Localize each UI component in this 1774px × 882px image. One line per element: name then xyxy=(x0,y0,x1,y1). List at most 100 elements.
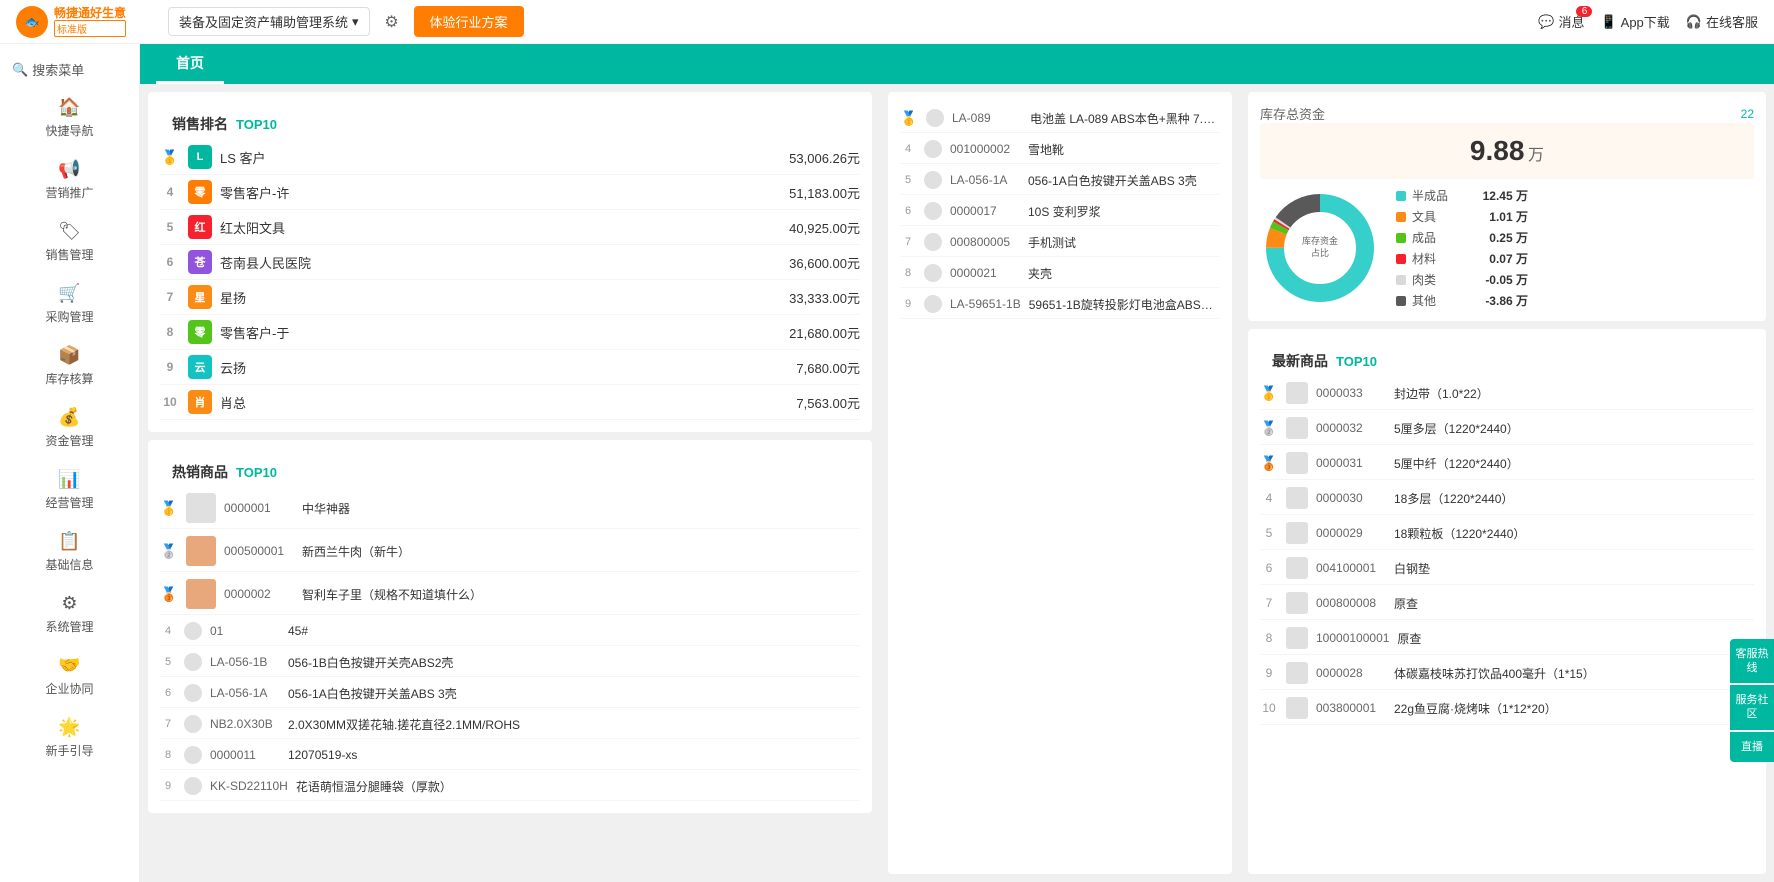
new-products-top10: TOP10 xyxy=(1336,354,1377,369)
legend-value: 12.45 万 xyxy=(1468,187,1528,204)
list-item: 9 KK-SD22110H 花语萌恒温分腿睡袋（厚款） xyxy=(160,772,860,801)
rank-number: 9 xyxy=(160,360,180,374)
svg-text:库存资金: 库存资金 xyxy=(1302,235,1338,246)
view-more-button[interactable]: 22 xyxy=(1741,107,1754,121)
legend-item-other: 其他 -3.86 万 xyxy=(1396,292,1528,309)
hot-products-header: 热销商品 TOP10 xyxy=(160,452,860,488)
product-name: 雪地靴 xyxy=(1028,141,1220,158)
product-image xyxy=(184,746,202,764)
avatar: 肖 xyxy=(188,390,212,414)
rank-number: 8 xyxy=(1260,631,1278,645)
search-menu[interactable]: 🔍 搜索菜单 xyxy=(0,52,139,87)
hotline-label: 客服热线 xyxy=(1736,648,1769,674)
app-download-label: App下载 xyxy=(1621,12,1670,31)
content-area: 首页 销售排名 TOP10 🥇 L LS 客户 xyxy=(140,44,1774,882)
product-name: 59651-1B旋转投影灯电池盒ABS黑色+58壳 xyxy=(1029,296,1220,313)
product-image xyxy=(924,140,942,158)
product-name: 056-1A白色按键开关盖ABS 3壳 xyxy=(1028,172,1220,189)
rank-number: 8 xyxy=(160,749,176,761)
product-code: 003800001 xyxy=(1316,701,1386,715)
table-row: 9 云 云扬 7,680.00元 xyxy=(160,350,860,385)
sidebar-item-purchase[interactable]: 🛒 采购管理 xyxy=(0,273,139,335)
sidebar-label-sales: 销售管理 xyxy=(45,246,93,263)
legend-label: 成品 xyxy=(1412,229,1462,246)
message-button[interactable]: 💬 消息 6 xyxy=(1538,12,1584,31)
list-item: 8 0000021 夹壳 xyxy=(900,259,1220,288)
sidebar-item-home[interactable]: 🏠 快捷导航 xyxy=(0,87,139,149)
legend-item-material: 材料 0.07 万 xyxy=(1396,250,1528,267)
sidebar-item-collaboration[interactable]: 🤝 企业协同 xyxy=(0,645,139,707)
legend-color xyxy=(1396,296,1406,306)
sidebar-item-system[interactable]: ⚙ 系统管理 xyxy=(0,583,139,645)
product-code: 001000002 xyxy=(950,142,1020,156)
search-menu-label: 搜索菜单 xyxy=(32,60,84,79)
online-service-button[interactable]: 🎧 在线客服 xyxy=(1686,12,1758,31)
inventory-total: 9.88 万 xyxy=(1260,123,1754,179)
sidebar-label-marketing: 营销推广 xyxy=(45,184,93,201)
product-image xyxy=(1286,382,1308,404)
product-image xyxy=(184,715,202,733)
dropdown-icon: ▾ xyxy=(352,14,359,30)
rank-amount: 7,680.00元 xyxy=(750,358,860,377)
sidebar-label-inventory: 库存核算 xyxy=(45,370,93,387)
table-row: 4 零 零售客户-许 51,183.00元 xyxy=(160,175,860,210)
sales-ranking-card: 销售排名 TOP10 🥇 L LS 客户 53,006.26元 xyxy=(148,92,872,432)
rank-medal-1: 🥇 xyxy=(160,147,180,167)
message-icon: 💬 xyxy=(1538,14,1554,30)
collaboration-icon: 🤝 xyxy=(58,655,80,676)
rank-name: 星扬 xyxy=(220,288,742,307)
sidebar-item-sales[interactable]: 🏷 销售管理 xyxy=(0,211,139,273)
legend-label: 半成品 xyxy=(1412,187,1462,204)
product-code: 0000002 xyxy=(224,587,294,601)
nav-item-home[interactable]: 首页 xyxy=(156,44,224,84)
sidebar-item-finance[interactable]: 💰 资金管理 xyxy=(0,397,139,459)
list-item: 7 NB2.0X30B 2.0X30MM双搓花轴.搓花直径2.1MM/ROHS xyxy=(160,710,860,739)
avatar: 云 xyxy=(188,355,212,379)
table-row: 8 零 零售客户-于 21,680.00元 xyxy=(160,315,860,350)
medal-icon: 🥉 xyxy=(160,586,178,603)
product-image xyxy=(1286,452,1308,474)
sidebar-item-marketing[interactable]: 📢 营销推广 xyxy=(0,149,139,211)
product-code: 000800005 xyxy=(950,235,1020,249)
rank-number: 5 xyxy=(1260,526,1278,540)
table-row: 5 红 红太阳文具 40,925.00元 xyxy=(160,210,860,245)
product-code: 0000028 xyxy=(1316,666,1386,680)
list-item: 6 0000017 10S 变利罗浆 xyxy=(900,197,1220,226)
sidebar-label-basic-info: 基础信息 xyxy=(45,556,93,573)
live-stream-button[interactable]: 直播 xyxy=(1730,732,1774,762)
rank-number: 10 xyxy=(160,395,180,409)
product-image xyxy=(924,202,942,220)
service-community-button[interactable]: 服务社区 xyxy=(1730,685,1774,730)
product-code: 0000011 xyxy=(210,748,280,762)
product-name: 5厘中纤（1220*2440） xyxy=(1394,455,1754,472)
list-item: 🥇 0000001 中华神器 xyxy=(160,488,860,529)
sidebar-item-operations[interactable]: 📊 经营管理 xyxy=(0,459,139,521)
gear-icon[interactable]: ⚙ xyxy=(378,8,406,36)
rank-amount: 7,563.00元 xyxy=(750,393,860,412)
product-image xyxy=(184,622,202,640)
app-download-button[interactable]: 📱 App下载 xyxy=(1600,12,1669,31)
product-image xyxy=(1286,522,1308,544)
system-selector[interactable]: 装备及固定资产辅助管理系统 ▾ xyxy=(168,7,370,36)
sidebar-item-basic-info[interactable]: 📋 基础信息 xyxy=(0,521,139,583)
trial-button[interactable]: 体验行业方案 xyxy=(414,6,524,37)
sidebar-item-inventory[interactable]: 📦 库存核算 xyxy=(0,335,139,397)
headset-icon: 🎧 xyxy=(1686,14,1702,30)
sidebar-item-guide[interactable]: 🌟 新手引导 xyxy=(0,707,139,769)
list-item: 10 003800001 22g鱼豆腐·烧烤味（1*12*20） xyxy=(1260,692,1754,725)
legend-color xyxy=(1396,212,1406,222)
sidebar-label-home: 快捷导航 xyxy=(45,122,93,139)
legend-value: 0.07 万 xyxy=(1468,250,1528,267)
inventory-label: 库存总资金 xyxy=(1260,104,1325,123)
customer-service-hotline-button[interactable]: 客服热线 xyxy=(1730,639,1774,684)
product-code: 01 xyxy=(210,624,280,638)
product-image xyxy=(924,171,942,189)
legend-value: 0.25 万 xyxy=(1468,229,1528,246)
operations-icon: 📊 xyxy=(58,469,80,490)
list-item: 5 LA-056-1A 056-1A白色按键开关盖ABS 3壳 xyxy=(900,166,1220,195)
rank-number: 5 xyxy=(160,656,176,668)
float-service-panel: 客服热线 服务社区 直播 xyxy=(1730,639,1774,762)
chart-legend: 半成品 12.45 万 文具 1.01 万 成品 0 xyxy=(1396,187,1528,309)
legend-label: 文具 xyxy=(1412,208,1462,225)
sidebar-label-purchase: 采购管理 xyxy=(45,308,93,325)
